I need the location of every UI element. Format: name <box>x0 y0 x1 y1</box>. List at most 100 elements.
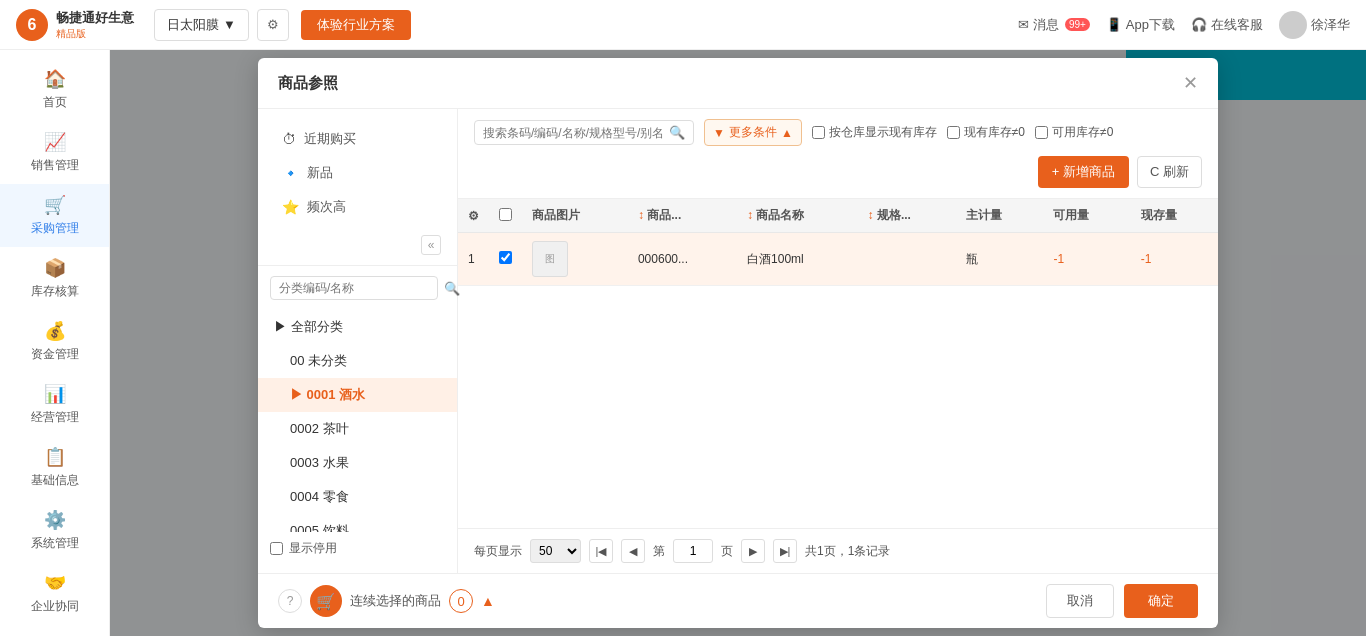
category-list: ▶ 全部分类 00 未分类 ▶ 0001 酒水 0002 茶叶 <box>258 306 457 532</box>
settings-icon[interactable]: ⚙ <box>468 209 479 223</box>
recent-purchase-item[interactable]: ⏱ 近期购买 <box>270 123 445 155</box>
page-number-input[interactable] <box>673 539 713 563</box>
row-checkbox[interactable] <box>499 251 512 264</box>
category-search-input[interactable] <box>270 276 438 300</box>
select-all-checkbox[interactable] <box>499 208 512 221</box>
prev-page-button[interactable]: ◀ <box>621 539 645 563</box>
refresh-button[interactable]: C 刷新 <box>1137 156 1202 188</box>
pagination: 每页显示 50 100 200 |◀ ◀ 第 页 ▶ <box>458 528 1218 573</box>
cell-available: -1 <box>1043 233 1130 286</box>
divider <box>258 265 457 266</box>
sidebar-item-4[interactable]: 💰资金管理 <box>0 310 109 373</box>
online-service-item[interactable]: 🎧 在线客服 <box>1191 16 1263 34</box>
sidebar-item-9[interactable]: 🎯新手引导 <box>0 625 109 636</box>
clock-icon: ⏱ <box>282 131 296 147</box>
category-0005[interactable]: 0005 饮料 <box>258 514 457 532</box>
settings-button[interactable]: ⚙ <box>257 9 289 41</box>
selected-count-badge: 0 <box>449 589 473 613</box>
available-not-zero-checkbox[interactable] <box>947 126 960 139</box>
table-row[interactable]: 1 图 000600... 白酒100ml <box>458 233 1218 286</box>
continuous-label: 连续选择的商品 <box>350 592 441 610</box>
more-filter-button[interactable]: ▼ 更多条件 ▲ <box>704 119 802 146</box>
cell-stock: -1 <box>1131 233 1218 286</box>
sidebar-item-6[interactable]: 📋基础信息 <box>0 436 109 499</box>
sidebar-icon-3: 📦 <box>44 257 66 279</box>
star-icon: ⭐ <box>282 199 299 215</box>
avatar-image <box>1279 11 1307 39</box>
close-button[interactable]: ✕ <box>1183 72 1198 94</box>
headset-icon: 🎧 <box>1191 17 1207 32</box>
per-page-select[interactable]: 50 100 200 <box>530 539 581 563</box>
cell-name: 白酒100ml <box>737 233 857 286</box>
footer-right: 取消 确定 <box>1046 584 1198 618</box>
sidebar-item-7[interactable]: ⚙️系统管理 <box>0 499 109 562</box>
th-spec: ↕ 规格... <box>858 199 957 233</box>
new-products-item[interactable]: 🔹 新品 <box>270 157 445 189</box>
show-disabled-checkbox[interactable] <box>270 542 283 555</box>
sidebar-item-3[interactable]: 📦库存核算 <box>0 247 109 310</box>
category-00[interactable]: 00 未分类 <box>258 344 457 378</box>
sidebar-item-2[interactable]: 🛒采购管理 <box>0 184 109 247</box>
usable-not-zero-checkbox[interactable] <box>1035 126 1048 139</box>
category-0001[interactable]: ▶ 0001 酒水 <box>258 378 457 412</box>
add-product-button[interactable]: + 新增商品 <box>1038 156 1129 188</box>
category-all[interactable]: ▶ 全部分类 <box>258 310 457 344</box>
sidebar-item-1[interactable]: 📈销售管理 <box>0 121 109 184</box>
user-avatar[interactable]: 徐泽华 <box>1279 11 1350 39</box>
branch-dropdown[interactable]: 日太阳膜 ▼ <box>154 9 249 41</box>
modal-body: ⏱ 近期购买 🔹 新品 ⭐ 频次高 <box>258 109 1218 573</box>
app-download-item[interactable]: 📱 App下载 <box>1106 16 1175 34</box>
th-image: 商品图片 <box>522 199 628 233</box>
sidebar-icon-4: 💰 <box>44 320 66 342</box>
th-settings: ⚙ <box>458 199 489 233</box>
message-item[interactable]: ✉ 消息 99+ <box>1018 16 1090 34</box>
last-page-button[interactable]: ▶| <box>773 539 797 563</box>
search-magnifier-icon[interactable]: 🔍 <box>669 125 685 140</box>
th-unit: 主计量 <box>956 199 1043 233</box>
sidebar-icon-1: 📈 <box>44 131 66 153</box>
next-page-button[interactable]: ▶ <box>741 539 765 563</box>
sidebar-icon-7: ⚙️ <box>44 509 66 531</box>
footer-left: ? 🛒 连续选择的商品 0 ▲ <box>278 585 495 617</box>
modal-title: 商品参照 <box>278 74 338 93</box>
confirm-button[interactable]: 确定 <box>1124 584 1198 618</box>
first-page-button[interactable]: |◀ <box>589 539 613 563</box>
sidebar-item-5[interactable]: 📊经营管理 <box>0 373 109 436</box>
modal-header: 商品参照 ✕ <box>258 58 1218 109</box>
toolbar-right-buttons: + 新增商品 C 刷新 <box>1038 156 1202 188</box>
product-image: 图 <box>532 241 568 277</box>
checkbox-available-not-zero: 现有库存≠0 <box>947 124 1025 141</box>
sidebar-icon-6: 📋 <box>44 446 66 468</box>
sort-name-icon: ↕ <box>747 208 753 222</box>
sort-spec-icon: ↕ <box>868 208 874 222</box>
cart-button[interactable]: 🛒 <box>310 585 342 617</box>
table-header-row: ⚙ 商品图片 ↕ 商品... ↕ 商品名称 <box>458 199 1218 233</box>
warehouse-stock-checkbox[interactable] <box>812 126 825 139</box>
help-button[interactable]: ? <box>278 589 302 613</box>
th-checkbox <box>489 199 522 233</box>
trial-button[interactable]: 体验行业方案 <box>301 10 411 40</box>
collapse-up-button[interactable]: ▲ <box>481 593 495 609</box>
main-layout: 🏠首页📈销售管理🛒采购管理📦库存核算💰资金管理📊经营管理📋基础信息⚙️系统管理🤝… <box>0 50 1366 636</box>
frequent-item[interactable]: ⭐ 频次高 <box>270 191 445 223</box>
product-table-wrapper: ⚙ 商品图片 ↕ 商品... ↕ 商品名称 <box>458 199 1218 528</box>
category-0003[interactable]: 0003 水果 <box>258 446 457 480</box>
th-code: ↕ 商品... <box>628 199 737 233</box>
cancel-button[interactable]: 取消 <box>1046 584 1114 618</box>
sidebar-icon-8: 🤝 <box>44 572 66 594</box>
category-0004[interactable]: 0004 零食 <box>258 480 457 514</box>
top-nav: 6 畅捷通好生意 精品版 日太阳膜 ▼ ⚙ 体验行业方案 ✉ 消息 99+ 📱 … <box>0 0 1366 50</box>
th-available: 可用量 <box>1043 199 1130 233</box>
product-table: ⚙ 商品图片 ↕ 商品... ↕ 商品名称 <box>458 199 1218 286</box>
sort-icon: ↕ <box>638 208 644 222</box>
modal-overlay: 商品参照 ✕ ⏱ 近期购买 🔹 新 <box>110 50 1366 636</box>
collapse-left-button[interactable]: « <box>421 235 441 255</box>
left-panel: ⏱ 近期购买 🔹 新品 ⭐ 频次高 <box>258 109 458 573</box>
th-name: ↕ 商品名称 <box>737 199 857 233</box>
sidebar-item-0[interactable]: 🏠首页 <box>0 58 109 121</box>
message-badge: 99+ <box>1065 18 1090 31</box>
product-search-input[interactable] <box>483 126 663 140</box>
sidebar-icon-2: 🛒 <box>44 194 66 216</box>
category-0002[interactable]: 0002 茶叶 <box>258 412 457 446</box>
sidebar-item-8[interactable]: 🤝企业协同 <box>0 562 109 625</box>
